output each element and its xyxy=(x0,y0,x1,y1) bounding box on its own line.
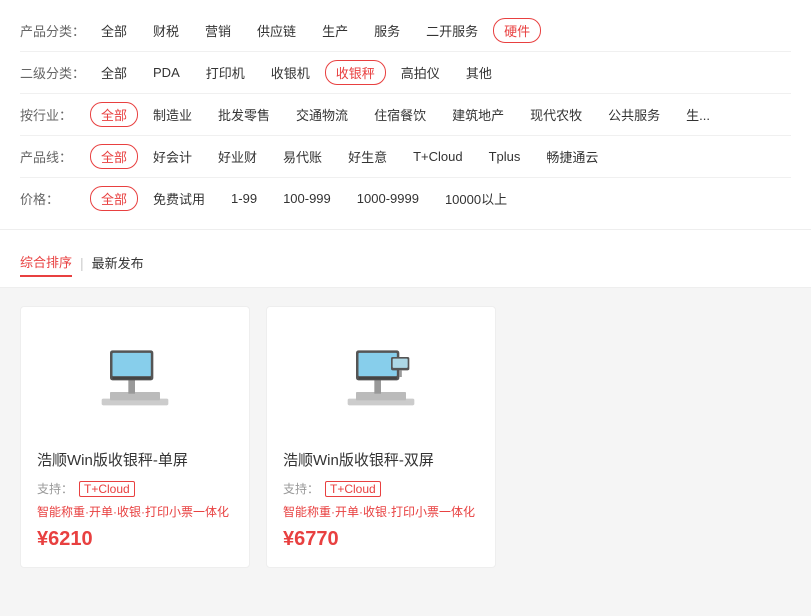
price-item-4[interactable]: 1000-9999 xyxy=(346,188,430,209)
industry-item-3[interactable]: 交通物流 xyxy=(285,102,359,127)
filter-label-product-line: 产品线： xyxy=(20,147,90,166)
industry-item-7[interactable]: 公共服务 xyxy=(597,102,671,127)
support-label-0: 支持： xyxy=(37,480,73,497)
filter-items-industry: 全部 制造业 批发零售 交通物流 住宿餐饮 建筑地产 现代农牧 公共服务 生..… xyxy=(90,102,721,127)
sub-filter-item-4[interactable]: 收银秤 xyxy=(325,60,386,85)
line-item-5[interactable]: T+Cloud xyxy=(402,146,474,167)
sub-filter-item-0[interactable]: 全部 xyxy=(90,60,138,85)
product-support-0: 支持： T+Cloud xyxy=(37,480,233,497)
product-svg-1 xyxy=(331,337,431,427)
line-item-2[interactable]: 好业财 xyxy=(207,144,268,169)
line-item-6[interactable]: Tplus xyxy=(478,146,532,167)
product-svg-0 xyxy=(85,337,185,427)
support-tag-0: T+Cloud xyxy=(79,481,135,497)
filter-item-6[interactable]: 二开服务 xyxy=(415,18,489,43)
sub-filter-item-5[interactable]: 高拍仪 xyxy=(390,60,451,85)
sub-filter-item-3[interactable]: 收银机 xyxy=(260,60,321,85)
product-price-1: ¥6770 xyxy=(283,528,479,551)
line-item-0[interactable]: 全部 xyxy=(90,144,138,169)
product-image-1 xyxy=(283,327,479,437)
line-item-4[interactable]: 好生意 xyxy=(337,144,398,169)
product-image-0 xyxy=(37,327,233,437)
price-item-2[interactable]: 1-99 xyxy=(220,188,268,209)
price-item-3[interactable]: 100-999 xyxy=(272,188,342,209)
industry-item-4[interactable]: 住宿餐饮 xyxy=(363,102,437,127)
product-name-0: 浩顺Win版收银秤-单屏 xyxy=(37,449,233,470)
support-label-1: 支持： xyxy=(283,480,319,497)
filter-item-7[interactable]: 硬件 xyxy=(493,18,541,43)
filter-item-3[interactable]: 供应链 xyxy=(246,18,307,43)
filter-item-1[interactable]: 财税 xyxy=(142,18,190,43)
sort-item-comprehensive[interactable]: 综合排序 xyxy=(20,248,72,277)
product-support-1: 支持： T+Cloud xyxy=(283,480,479,497)
line-item-1[interactable]: 好会计 xyxy=(142,144,203,169)
filter-item-2[interactable]: 营销 xyxy=(194,18,242,43)
filter-row-price: 价格： 全部 免费试用 1-99 100-999 1000-9999 10000… xyxy=(20,178,791,219)
support-tag-1: T+Cloud xyxy=(325,481,381,497)
filter-row-product-category: 产品分类： 全部 财税 营销 供应链 生产 服务 二开服务 硬件 xyxy=(20,10,791,52)
filter-item-4[interactable]: 生产 xyxy=(311,18,359,43)
price-item-0[interactable]: 全部 xyxy=(90,186,138,211)
filter-items-product-category: 全部 财税 营销 供应链 生产 服务 二开服务 硬件 xyxy=(90,18,541,43)
filter-label-product-category: 产品分类： xyxy=(20,21,90,40)
sort-item-latest[interactable]: 最新发布 xyxy=(92,249,144,276)
product-card-0[interactable]: 浩顺Win版收银秤-单屏 支持： T+Cloud 智能称重·开单·收银·打印小票… xyxy=(20,306,250,568)
line-item-7[interactable]: 畅捷通云 xyxy=(535,144,609,169)
industry-item-2[interactable]: 批发零售 xyxy=(207,102,281,127)
product-name-1: 浩顺Win版收银秤-双屏 xyxy=(283,449,479,470)
industry-item-1[interactable]: 制造业 xyxy=(142,102,203,127)
industry-item-8[interactable]: 生... xyxy=(675,102,721,127)
industry-item-6[interactable]: 现代农牧 xyxy=(519,102,593,127)
filter-section: 产品分类： 全部 财税 营销 供应链 生产 服务 二开服务 硬件 二级分类： 全… xyxy=(0,0,811,230)
line-item-3[interactable]: 易代账 xyxy=(272,144,333,169)
price-item-5[interactable]: 10000以上 xyxy=(434,186,518,211)
filter-label-price: 价格： xyxy=(20,189,90,208)
filter-row-product-line: 产品线： 全部 好会计 好业财 易代账 好生意 T+Cloud Tplus 畅捷… xyxy=(20,136,791,178)
filter-label-industry: 按行业： xyxy=(20,105,90,124)
industry-item-0[interactable]: 全部 xyxy=(90,102,138,127)
filter-item-5[interactable]: 服务 xyxy=(363,18,411,43)
sort-divider: | xyxy=(80,255,84,271)
filter-items-product-line: 全部 好会计 好业财 易代账 好生意 T+Cloud Tplus 畅捷通云 xyxy=(90,144,609,169)
filter-items-price: 全部 免费试用 1-99 100-999 1000-9999 10000以上 xyxy=(90,186,518,211)
filter-row-sub-category: 二级分类： 全部 PDA 打印机 收银机 收银秤 高拍仪 其他 xyxy=(20,52,791,94)
product-desc-0: 智能称重·开单·收银·打印小票一体化 xyxy=(37,503,233,520)
filter-label-sub-category: 二级分类： xyxy=(20,63,90,82)
industry-item-5[interactable]: 建筑地产 xyxy=(441,102,515,127)
filter-item-0[interactable]: 全部 xyxy=(90,18,138,43)
sub-filter-item-6[interactable]: 其他 xyxy=(455,60,503,85)
products-area: 浩顺Win版收银秤-单屏 支持： T+Cloud 智能称重·开单·收银·打印小票… xyxy=(0,296,811,578)
product-desc-1: 智能称重·开单·收银·打印小票一体化 xyxy=(283,503,479,520)
price-item-1[interactable]: 免费试用 xyxy=(142,186,216,211)
product-price-0: ¥6210 xyxy=(37,528,233,551)
filter-row-industry: 按行业： 全部 制造业 批发零售 交通物流 住宿餐饮 建筑地产 现代农牧 公共服… xyxy=(20,94,791,136)
sub-filter-item-1[interactable]: PDA xyxy=(142,62,191,83)
filter-items-sub-category: 全部 PDA 打印机 收银机 收银秤 高拍仪 其他 xyxy=(90,60,503,85)
sort-bar: 综合排序 | 最新发布 xyxy=(0,238,811,288)
product-card-1[interactable]: 浩顺Win版收银秤-双屏 支持： T+Cloud 智能称重·开单·收银·打印小票… xyxy=(266,306,496,568)
sub-filter-item-2[interactable]: 打印机 xyxy=(195,60,256,85)
